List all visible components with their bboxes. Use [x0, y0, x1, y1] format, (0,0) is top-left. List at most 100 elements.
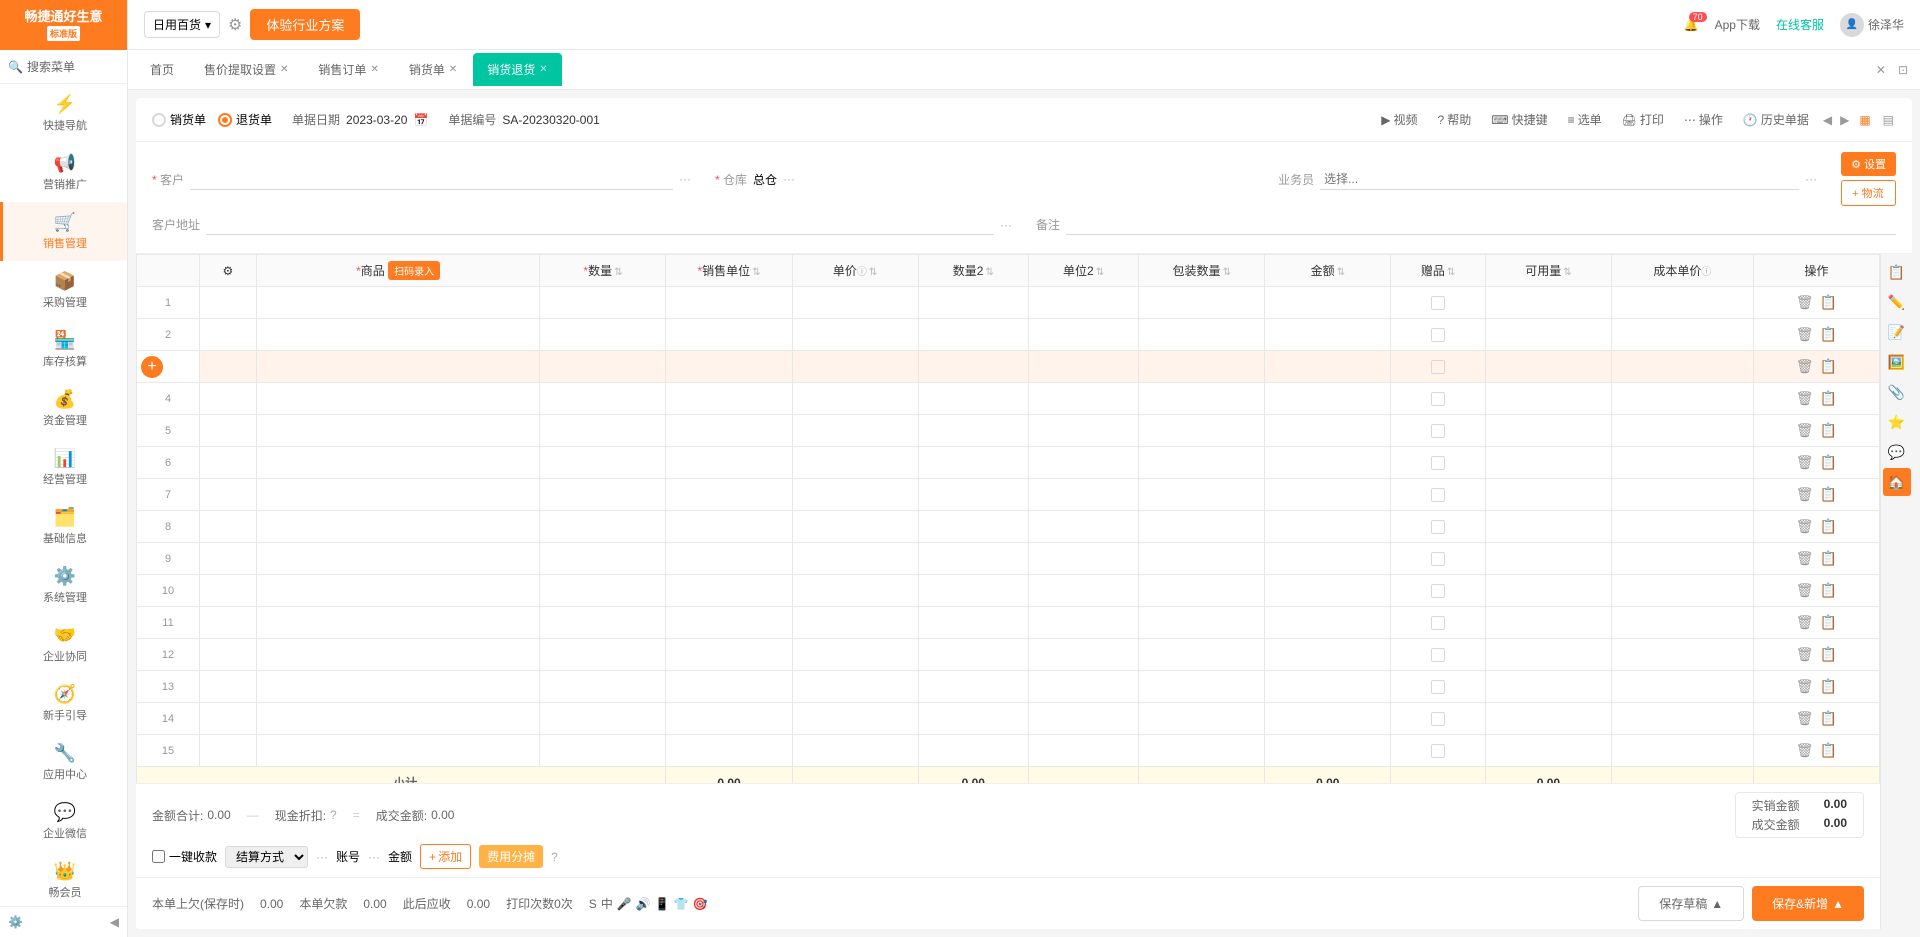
delete-icon[interactable]: 🗑: [1796, 614, 1814, 631]
side-btn-8[interactable]: 🏠: [1883, 468, 1911, 496]
copy-icon[interactable]: 📋: [1820, 742, 1837, 759]
row-goods[interactable]: [256, 543, 540, 575]
row-goods[interactable]: [256, 639, 540, 671]
tab-sales-return[interactable]: 销货退货 ✕: [473, 53, 561, 86]
row-goods[interactable]: [256, 671, 540, 703]
radio-sales-bill[interactable]: 销货单: [152, 111, 206, 128]
delete-icon[interactable]: 🗑: [1796, 326, 1814, 343]
row-goods[interactable]: [256, 415, 540, 447]
row-amount[interactable]: [1265, 351, 1391, 383]
sidebar-item-basic[interactable]: 🗂️ 基础信息: [0, 497, 127, 556]
row-qty2[interactable]: [918, 319, 1028, 351]
copy-icon[interactable]: 📋: [1820, 294, 1837, 311]
address-input[interactable]: [206, 214, 994, 235]
payment-help-icon[interactable]: ?: [551, 850, 558, 864]
close-all-icon[interactable]: ✕: [1872, 59, 1890, 81]
warehouse-select-btn[interactable]: ···: [783, 172, 795, 186]
copy-icon[interactable]: 📋: [1820, 390, 1837, 407]
row-gift[interactable]: [1391, 319, 1486, 351]
delete-icon[interactable]: 🗑: [1796, 422, 1814, 439]
row-unit[interactable]: [666, 351, 792, 383]
help-icon[interactable]: ?: [330, 808, 337, 822]
history-btn[interactable]: 🕐历史单据: [1737, 108, 1815, 131]
tab-price-settings[interactable]: 售价提取设置 ✕: [190, 53, 302, 86]
side-btn-1[interactable]: 📋: [1883, 258, 1911, 286]
tab-close-icon[interactable]: ✕: [539, 64, 547, 75]
col-header-settings[interactable]: ⚙: [200, 255, 257, 287]
one-click-checkbox[interactable]: [152, 850, 165, 863]
row-price[interactable]: [792, 351, 918, 383]
tool-icon-4[interactable]: 🔊: [636, 897, 651, 911]
sidebar-item-system[interactable]: ⚙️ 系统管理: [0, 556, 127, 615]
select-btn[interactable]: ≡选单: [1562, 108, 1608, 131]
row-goods[interactable]: [256, 319, 540, 351]
one-click-payment-checkbox[interactable]: 一键收款: [152, 848, 217, 865]
online-service-link[interactable]: 在线客服: [1776, 16, 1824, 33]
side-btn-7[interactable]: 💬: [1883, 438, 1911, 466]
row-goods[interactable]: [256, 607, 540, 639]
sidebar-item-apps[interactable]: 🔧 应用中心: [0, 733, 127, 792]
sidebar-item-finance[interactable]: 💰 资金管理: [0, 379, 127, 438]
sidebar-item-sales[interactable]: 🛒 销售管理: [0, 202, 127, 261]
row-goods[interactable]: [256, 447, 540, 479]
customer-select-btn[interactable]: ···: [679, 172, 691, 186]
next-record-icon[interactable]: ▶: [1840, 113, 1849, 127]
row-goods[interactable]: [256, 383, 540, 415]
row-amount[interactable]: [1265, 319, 1391, 351]
row-unit2[interactable]: [1028, 287, 1138, 319]
settings-button[interactable]: ⚙ 设置: [1841, 152, 1896, 176]
tab-close-icon[interactable]: ✕: [449, 64, 457, 75]
row-pack[interactable]: [1139, 351, 1265, 383]
delete-icon[interactable]: 🗑: [1796, 486, 1814, 503]
sidebar-item-marketing[interactable]: 📢 营销推广: [0, 143, 127, 202]
tab-close-icon[interactable]: ✕: [370, 64, 378, 75]
sidebar-item-purchase[interactable]: 📦 采购管理: [0, 261, 127, 320]
delete-icon[interactable]: 🗑: [1796, 294, 1814, 311]
delete-icon[interactable]: 🗑: [1796, 678, 1814, 695]
notification-bell[interactable]: 🔔 70: [1684, 18, 1699, 32]
row-unit2[interactable]: [1028, 351, 1138, 383]
row-avail[interactable]: [1485, 287, 1611, 319]
row-amount[interactable]: [1265, 287, 1391, 319]
row-qty[interactable]: [540, 319, 666, 351]
sidebar-item-inventory[interactable]: 🏪 库存核算: [0, 320, 127, 379]
fee-split-btn[interactable]: 费用分摊: [479, 845, 543, 868]
sidebar-item-collab[interactable]: 🤝 企业协同: [0, 615, 127, 674]
logistics-button[interactable]: + 物流: [1841, 180, 1896, 206]
customer-input[interactable]: [190, 169, 673, 190]
sidebar-item-member[interactable]: 👑 畅会员: [0, 851, 127, 906]
row-price[interactable]: [792, 319, 918, 351]
row-avail[interactable]: [1485, 319, 1611, 351]
calendar-icon[interactable]: 📅: [413, 113, 428, 127]
row-gift[interactable]: [1391, 351, 1486, 383]
row-unit[interactable]: [666, 287, 792, 319]
save-new-btn[interactable]: 保存&新增 ▲: [1752, 886, 1864, 921]
row-goods[interactable]: [256, 351, 540, 383]
row-goods[interactable]: [256, 735, 540, 767]
tool-icon-2[interactable]: 中: [601, 895, 613, 912]
scan-enter-btn[interactable]: 扫码录入: [388, 261, 440, 280]
add-payment-btn[interactable]: + 添加: [420, 844, 471, 869]
row-qty[interactable]: [540, 351, 666, 383]
shortcut-btn[interactable]: ⌨快捷键: [1485, 108, 1553, 131]
copy-icon[interactable]: 📋: [1820, 358, 1837, 375]
prev-record-icon[interactable]: ◀: [1823, 113, 1832, 127]
tool-icon-7[interactable]: 🎯: [693, 897, 708, 911]
side-btn-5[interactable]: 📎: [1883, 378, 1911, 406]
sidebar-item-operation[interactable]: 📊 经营管理: [0, 438, 127, 497]
row-goods[interactable]: [256, 287, 540, 319]
side-btn-6[interactable]: ⭐: [1883, 408, 1911, 436]
copy-icon[interactable]: 📋: [1820, 678, 1837, 695]
copy-icon[interactable]: 📋: [1820, 646, 1837, 663]
row-avail[interactable]: [1485, 351, 1611, 383]
experience-btn[interactable]: 体验行业方案: [250, 9, 360, 40]
delete-icon[interactable]: 🗑: [1796, 582, 1814, 599]
row-qty2[interactable]: [918, 351, 1028, 383]
delete-icon[interactable]: 🗑: [1796, 646, 1814, 663]
row-price[interactable]: [792, 287, 918, 319]
copy-icon[interactable]: 📋: [1820, 454, 1837, 471]
row-unit2[interactable]: [1028, 319, 1138, 351]
row-pack[interactable]: [1139, 319, 1265, 351]
row-qty[interactable]: [540, 287, 666, 319]
delete-icon[interactable]: 🗑: [1796, 742, 1814, 759]
